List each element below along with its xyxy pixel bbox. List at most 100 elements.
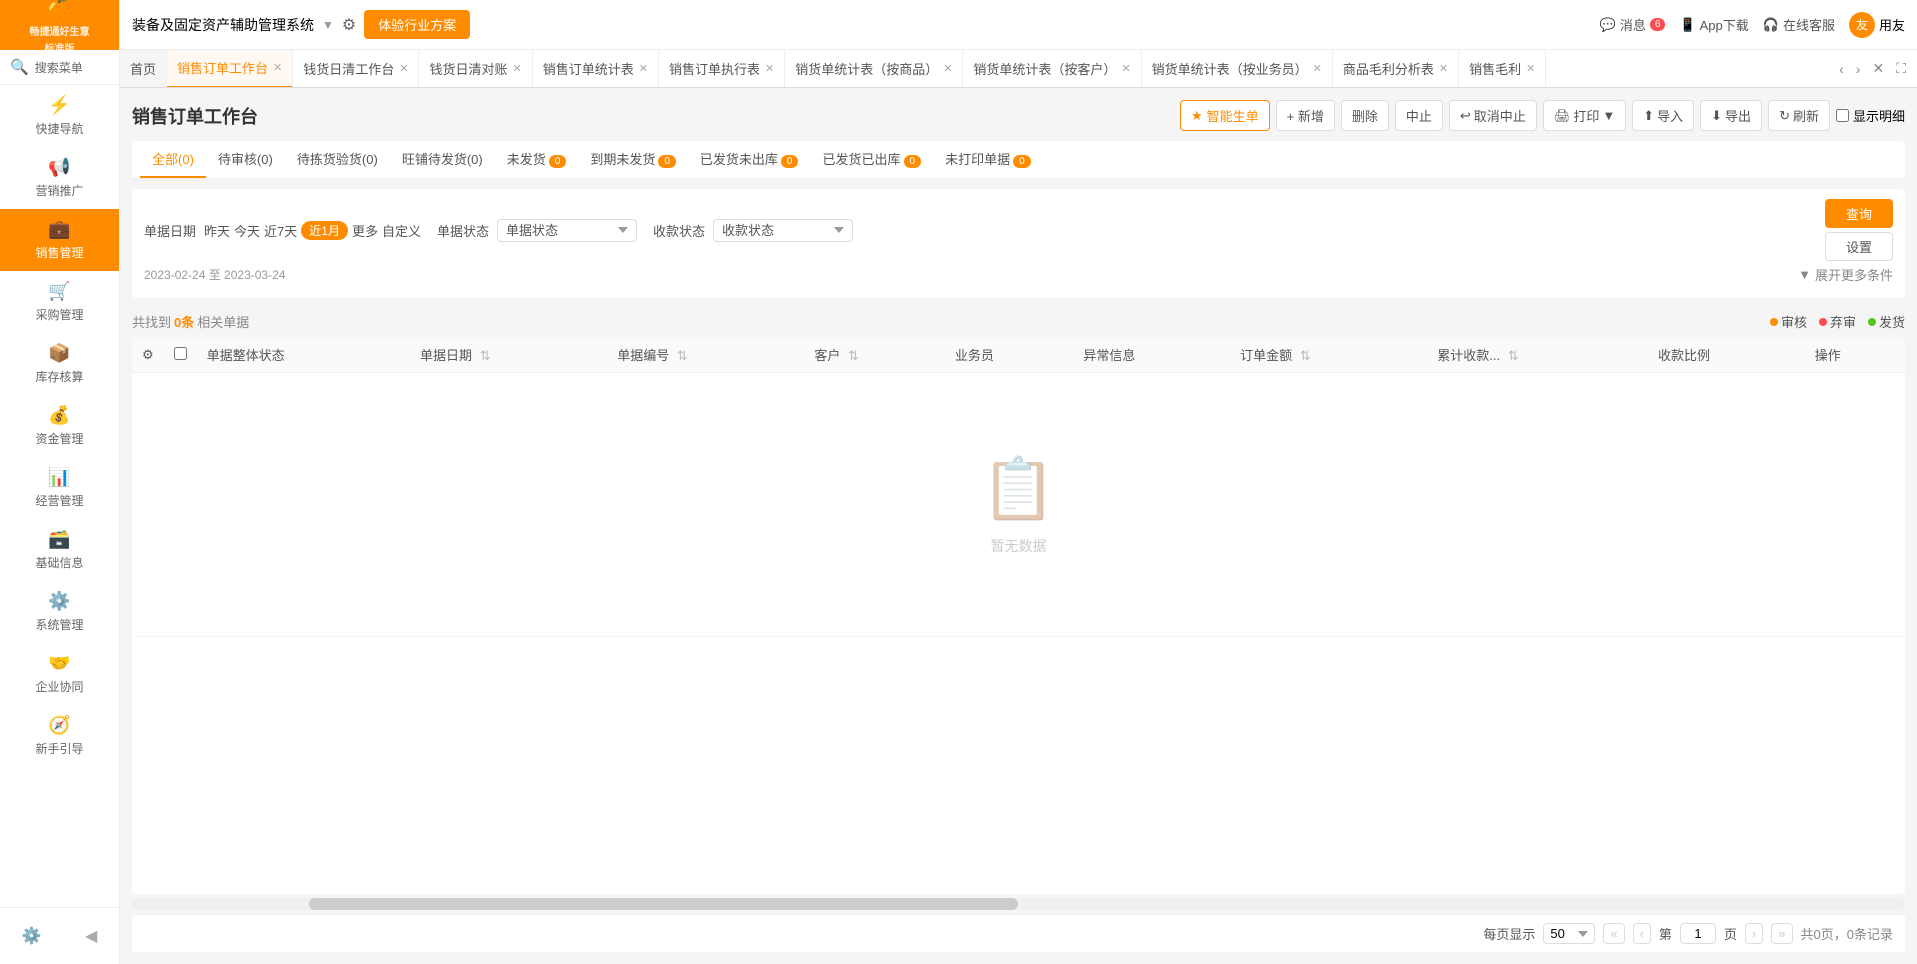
delete-btn[interactable]: 删除 [1341, 100, 1389, 131]
filter-tab-pending-inspect[interactable]: 待拣货验货(0) [285, 141, 390, 178]
tab-cash-daily[interactable]: 钱货日清工作台 ✕ [293, 50, 419, 88]
tab-sales-workbench-close[interactable]: ✕ [273, 61, 282, 74]
sidebar-item-basic[interactable]: 🗃️ 基础信息 [0, 519, 119, 581]
topbar-dropdown-arrow[interactable]: ▼ [322, 18, 334, 32]
date-today[interactable]: 今天 [234, 221, 260, 240]
setting-btn[interactable]: 设置 [1825, 232, 1893, 261]
date-custom[interactable]: 自定义 [382, 221, 421, 240]
refresh-btn[interactable]: ↻ 刷新 [1768, 100, 1830, 131]
filter-tab-not-printed[interactable]: 未打印单据0 [933, 141, 1043, 178]
tab-sales-stat-customer-close[interactable]: ✕ [1121, 62, 1130, 75]
th-number-sort[interactable]: ⇅ [677, 348, 688, 363]
message-btn[interactable]: 💬 消息 6 [1600, 15, 1666, 34]
payment-select[interactable]: 收款状态 [713, 219, 853, 242]
page-last-btn[interactable]: » [1771, 923, 1792, 944]
sidebar-item-inventory[interactable]: 📦 库存核算 [0, 333, 119, 395]
topbar-gear-icon[interactable]: ⚙ [342, 15, 356, 35]
filter-tab-delivered-out[interactable]: 已发货已出库0 [810, 141, 933, 178]
tab-sales-exec-close[interactable]: ✕ [765, 62, 774, 75]
smart-generate-btn[interactable]: ★ 智能生单 [1180, 100, 1270, 131]
date-1month[interactable]: 近1月 [301, 221, 348, 240]
filter-tab-delivered-not-out[interactable]: 已发货未出库0 [688, 141, 811, 178]
th-amount-sort[interactable]: ⇅ [1300, 348, 1311, 363]
stop-btn[interactable]: 中止 [1395, 100, 1443, 131]
experience-btn[interactable]: 体验行业方案 [364, 10, 470, 39]
horizontal-scrollbar-thumb[interactable] [309, 898, 1018, 910]
sidebar-item-sales[interactable]: 💼 销售管理 [0, 209, 119, 271]
tab-sales-profit-close[interactable]: ✕ [1526, 62, 1535, 75]
add-btn[interactable]: + 新增 [1276, 100, 1335, 131]
sidebar-item-finance[interactable]: 💰 资金管理 [0, 395, 119, 457]
show-detail-checkbox[interactable] [1836, 109, 1849, 122]
expand-btn[interactable]: ▼ 展开更多条件 [1798, 265, 1893, 284]
filter-tab-pending-review[interactable]: 待审核(0) [206, 141, 285, 178]
tab-sales-stat-close[interactable]: ✕ [639, 62, 648, 75]
import-btn[interactable]: ⬆ 导入 [1632, 100, 1694, 131]
tab-close-all[interactable]: ✕ [1867, 58, 1889, 79]
page-size-select[interactable]: 50 10 20 100 [1543, 923, 1595, 944]
page-prev-btn[interactable]: ‹ [1633, 923, 1651, 944]
tab-sales-stat-product[interactable]: 销货单统计表（按商品） ✕ [785, 50, 963, 88]
tab-cash-reconcile[interactable]: 钱货日清对账 ✕ [419, 50, 532, 88]
tab-sales-exec[interactable]: 销售订单执行表 ✕ [659, 50, 785, 88]
tab-profit-analysis[interactable]: 商品毛利分析表 ✕ [1333, 50, 1459, 88]
tab-profit-analysis-close[interactable]: ✕ [1439, 62, 1448, 75]
page-input[interactable] [1680, 923, 1716, 944]
tab-sales-stat-customer[interactable]: 销货单统计表（按客户） ✕ [963, 50, 1141, 88]
filter-tab-overdue[interactable]: 到期未发货0 [578, 141, 688, 178]
online-service-btn[interactable]: 🎧 在线客服 [1763, 15, 1835, 34]
query-btn[interactable]: 查询 [1825, 199, 1893, 228]
date-7days[interactable]: 近7天 [264, 221, 297, 240]
export-btn[interactable]: ⬇ 导出 [1700, 100, 1762, 131]
filter-tab-not-delivered[interactable]: 未发货0 [495, 141, 579, 178]
cancel-stop-btn[interactable]: ↩ 取消中止 [1449, 100, 1537, 131]
tab-fullscreen[interactable]: ⛶ [1891, 58, 1911, 79]
sidebar-item-system[interactable]: ⚙️ 系统管理 [0, 581, 119, 643]
date-more[interactable]: 更多 [352, 221, 378, 240]
sidebar-item-newbie[interactable]: 🧭 新手引导 [0, 705, 119, 767]
cancel-review-action[interactable]: 弃审 [1819, 312, 1856, 331]
basic-icon: 🗃️ [48, 529, 70, 550]
select-all-checkbox[interactable] [174, 347, 187, 360]
horizontal-scrollbar[interactable] [132, 898, 1905, 910]
page-next-btn[interactable]: › [1745, 923, 1763, 944]
tab-cash-daily-close[interactable]: ✕ [399, 62, 408, 75]
print-btn[interactable]: 🖨 打印 ▼ [1543, 100, 1626, 131]
filter-tab-all[interactable]: 全部(0) [140, 141, 206, 178]
review-action[interactable]: 审核 [1770, 312, 1807, 331]
filter-tab-wangpu[interactable]: 旺铺待发货(0) [390, 141, 495, 178]
sidebar-item-marketing[interactable]: 📢 营销推广 [0, 147, 119, 209]
collab-label: 企业协同 [35, 678, 83, 695]
status-select[interactable]: 单据状态 [497, 219, 637, 242]
page-first-btn[interactable]: « [1603, 923, 1624, 944]
tab-cash-reconcile-close[interactable]: ✕ [513, 62, 522, 75]
tab-sales-stat-staff[interactable]: 销货单统计表（按业务员） ✕ [1142, 50, 1333, 88]
tab-sales-stat[interactable]: 销售订单统计表 ✕ [533, 50, 659, 88]
th-customer-sort[interactable]: ⇅ [848, 348, 859, 363]
tab-scroll-left[interactable]: ‹ [1834, 59, 1849, 79]
th-received-sort[interactable]: ⇅ [1508, 348, 1519, 363]
tab-sales-stat-staff-close[interactable]: ✕ [1313, 62, 1322, 75]
tab-sales-workbench[interactable]: 销售订单工作台 ✕ [167, 50, 293, 88]
show-detail-checkbox-wrap[interactable]: 显示明细 [1836, 106, 1905, 125]
deliver-action[interactable]: 发货 [1868, 312, 1905, 331]
tab-sales-stat-product-close[interactable]: ✕ [943, 62, 952, 75]
sidebar-item-business[interactable]: 📊 经营管理 [0, 457, 119, 519]
user-menu[interactable]: 友 用友 [1849, 12, 1905, 38]
sidebar-item-quick-nav[interactable]: ⚡ 快捷导航 [0, 85, 119, 147]
sidebar-item-purchase[interactable]: 🛒 采购管理 [0, 271, 119, 333]
tab-home[interactable]: 首页 [120, 50, 167, 88]
th-settings[interactable]: ⚙ [132, 337, 164, 373]
th-customer: 客户 ⇅ [804, 337, 945, 373]
sidebar-search[interactable]: 🔍 搜索菜单 [0, 50, 119, 85]
app-download-btn[interactable]: 📱 App下载 [1679, 15, 1748, 34]
th-salesperson-label: 业务员 [955, 348, 994, 363]
sidebar-settings-btn[interactable]: ⚙️ [12, 916, 52, 956]
sidebar-item-collab[interactable]: 🤝 企业协同 [0, 643, 119, 705]
import-label: 导入 [1657, 106, 1683, 125]
tab-scroll-right[interactable]: › [1851, 59, 1866, 79]
sidebar-collapse-btn[interactable]: ◀ [75, 916, 107, 956]
tab-sales-profit[interactable]: 销售毛利 ✕ [1459, 50, 1546, 88]
th-date-sort[interactable]: ⇅ [480, 348, 491, 363]
date-yesterday[interactable]: 昨天 [204, 221, 230, 240]
